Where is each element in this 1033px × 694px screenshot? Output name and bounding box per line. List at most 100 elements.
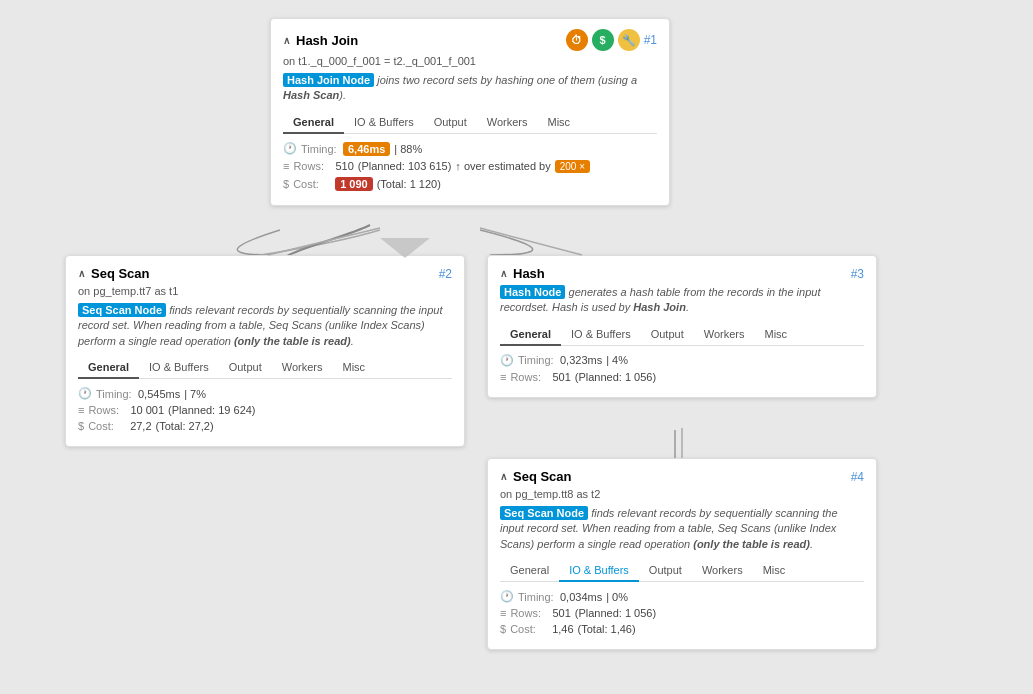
seq-scan-2-highlight: Seq Scan Node	[500, 506, 588, 520]
cost-label-ss2: Cost:	[510, 623, 548, 635]
tab-workers-h[interactable]: Workers	[694, 324, 755, 346]
hash-join-desc-text: joins two record sets by hashing one of …	[374, 74, 637, 86]
timing-row-hj: 🕐 Timing: 6,46ms | 88%	[283, 142, 657, 156]
tab-misc-ss2[interactable]: Misc	[753, 560, 796, 582]
rows-row-ss2: ≡ Rows: 501 (Planned: 1 056)	[500, 607, 864, 619]
hash-join-description: Hash Join Node joins two record sets by …	[283, 73, 657, 104]
hash-tabs: General IO & Buffers Output Workers Misc	[500, 324, 864, 346]
rows-planned-h: (Planned: 1 056)	[575, 371, 656, 383]
icon-green: $	[592, 29, 614, 51]
cost-icon-ss2: $	[500, 623, 506, 635]
timing-row-ss1: 🕐 Timing: 0,545ms | 7%	[78, 387, 452, 400]
seq-scan-2-number[interactable]: #4	[851, 470, 864, 484]
rows-value-hj: 510	[335, 160, 353, 172]
tab-output-ss1[interactable]: Output	[219, 357, 272, 379]
rows-icon-hj: ≡	[283, 160, 289, 172]
timing-value-ss1: 0,545ms	[138, 388, 180, 400]
chevron-icon-ss1: ∧	[78, 268, 85, 279]
cost-label-hj: Cost:	[293, 178, 331, 190]
seq-scan-2-tabs: General IO & Buffers Output Workers Misc	[500, 560, 864, 582]
rows-value-ss1: 10 001	[130, 404, 164, 416]
clock-icon-h: 🕐	[500, 354, 514, 367]
tab-general-ss2[interactable]: General	[500, 560, 559, 582]
tab-iobuffers-h[interactable]: IO & Buffers	[561, 324, 641, 346]
hash-join-card: ∧ Hash Join ⏱ $ 🔧 #1 on t1._q_000_f_001 …	[270, 18, 670, 206]
rows-label-ss1: Rows:	[88, 404, 126, 416]
rows-label-h: Rows:	[510, 371, 548, 383]
seq-scan-2-description: Seq Scan Node finds relevant records by …	[500, 506, 864, 552]
seq-scan-2-desc-end: .	[810, 538, 813, 550]
tab-output-hj[interactable]: Output	[424, 112, 477, 134]
seq-scan-1-card: ∧ Seq Scan #2 on pg_temp.tt7 as t1 Seq S…	[65, 255, 465, 447]
rows-row-h: ≡ Rows: 501 (Planned: 1 056)	[500, 371, 864, 383]
timing-row-h: 🕐 Timing: 0,323ms | 4%	[500, 354, 864, 367]
rows-planned-hj: (Planned: 103 615)	[358, 160, 452, 172]
tab-output-h[interactable]: Output	[641, 324, 694, 346]
tab-general-hj[interactable]: General	[283, 112, 344, 134]
tab-general-ss1[interactable]: General	[78, 357, 139, 379]
seq-scan-1-title: ∧ Seq Scan	[78, 266, 150, 281]
tab-iobuffers-ss2[interactable]: IO & Buffers	[559, 560, 639, 582]
cost-total-ss1: (Total: 27,2)	[156, 420, 214, 432]
tab-misc-h[interactable]: Misc	[754, 324, 797, 346]
seq-scan-2-subtitle: on pg_temp.tt8 as t2	[500, 488, 864, 500]
cost-row-ss1: $ Cost: 27,2 (Total: 27,2)	[78, 420, 452, 432]
seq-scan-1-subtitle: on pg_temp.tt7 as t1	[78, 285, 452, 297]
icon-yellow: 🔧	[618, 29, 640, 51]
clock-icon-hj: 🕐	[283, 142, 297, 155]
hash-join-number[interactable]: #1	[644, 33, 657, 47]
seq-scan-1-description: Seq Scan Node finds relevant records by …	[78, 303, 452, 349]
tab-misc-ss1[interactable]: Misc	[332, 357, 375, 379]
hash-description: Hash Node generates a hash table from th…	[500, 285, 864, 316]
timing-label-ss1: Timing:	[96, 388, 134, 400]
cost-value-ss1: 27,2	[130, 420, 151, 432]
rows-icon-h: ≡	[500, 371, 506, 383]
hash-join-desc-end: ).	[339, 89, 346, 101]
tab-workers-ss1[interactable]: Workers	[272, 357, 333, 379]
rows-over-text-hj: ↑ over estimated by	[455, 160, 550, 172]
svg-line-2	[480, 228, 582, 255]
seq-scan-1-highlight: Seq Scan Node	[78, 303, 166, 317]
timing-value-h: 0,323ms	[560, 354, 602, 366]
seq-scan-1-title-text: Seq Scan	[91, 266, 150, 281]
cost-icon-hj: $	[283, 178, 289, 190]
cost-total-ss2: (Total: 1,46)	[578, 623, 636, 635]
timing-label-ss2: Timing:	[518, 591, 556, 603]
cost-label-ss1: Cost:	[88, 420, 126, 432]
clock-icon-ss2: 🕐	[500, 590, 514, 603]
seq-scan-2-header: ∧ Seq Scan #4	[500, 469, 864, 484]
hash-join-header: ∧ Hash Join ⏱ $ 🔧 #1	[283, 29, 657, 51]
rows-planned-ss1: (Planned: 19 624)	[168, 404, 255, 416]
seq-scan-1-italic: (only the table is read)	[234, 335, 351, 347]
tab-misc-hj[interactable]: Misc	[537, 112, 580, 134]
hash-title: ∧ Hash	[500, 266, 545, 281]
seq-scan-1-number[interactable]: #2	[439, 267, 452, 281]
hash-highlight: Hash Node	[500, 285, 565, 299]
tab-general-h[interactable]: General	[500, 324, 561, 346]
hash-number[interactable]: #3	[851, 267, 864, 281]
timing-percent-hj: | 88%	[394, 143, 422, 155]
over-badge-hj: 200 ×	[555, 160, 590, 173]
timing-percent-h: | 4%	[606, 354, 628, 366]
rows-value-h: 501	[552, 371, 570, 383]
hash-desc-end: .	[686, 301, 689, 313]
tab-iobuffers-hj[interactable]: IO & Buffers	[344, 112, 424, 134]
rows-value-ss2: 501	[552, 607, 570, 619]
seq-scan-2-card: ∧ Seq Scan #4 on pg_temp.tt8 as t2 Seq S…	[487, 458, 877, 650]
seq-scan-2-title: ∧ Seq Scan	[500, 469, 572, 484]
hash-header: ∧ Hash #3	[500, 266, 864, 281]
rows-icon-ss2: ≡	[500, 607, 506, 619]
tab-iobuffers-ss1[interactable]: IO & Buffers	[139, 357, 219, 379]
hash-scan-bold: Hash Scan	[283, 89, 339, 101]
hash-join-highlight: Hash Join Node	[283, 73, 374, 87]
timing-percent-ss1: | 7%	[184, 388, 206, 400]
tab-workers-ss2[interactable]: Workers	[692, 560, 753, 582]
rows-planned-ss2: (Planned: 1 056)	[575, 607, 656, 619]
timing-percent-ss2: | 0%	[606, 591, 628, 603]
timing-label-hj: Timing:	[301, 143, 339, 155]
timing-value-hj: 6,46ms	[343, 142, 390, 156]
tab-workers-hj[interactable]: Workers	[477, 112, 538, 134]
tab-output-ss2[interactable]: Output	[639, 560, 692, 582]
hash-join-subtitle: on t1._q_000_f_001 = t2._q_001_f_001	[283, 55, 657, 67]
cost-icon-ss1: $	[78, 420, 84, 432]
